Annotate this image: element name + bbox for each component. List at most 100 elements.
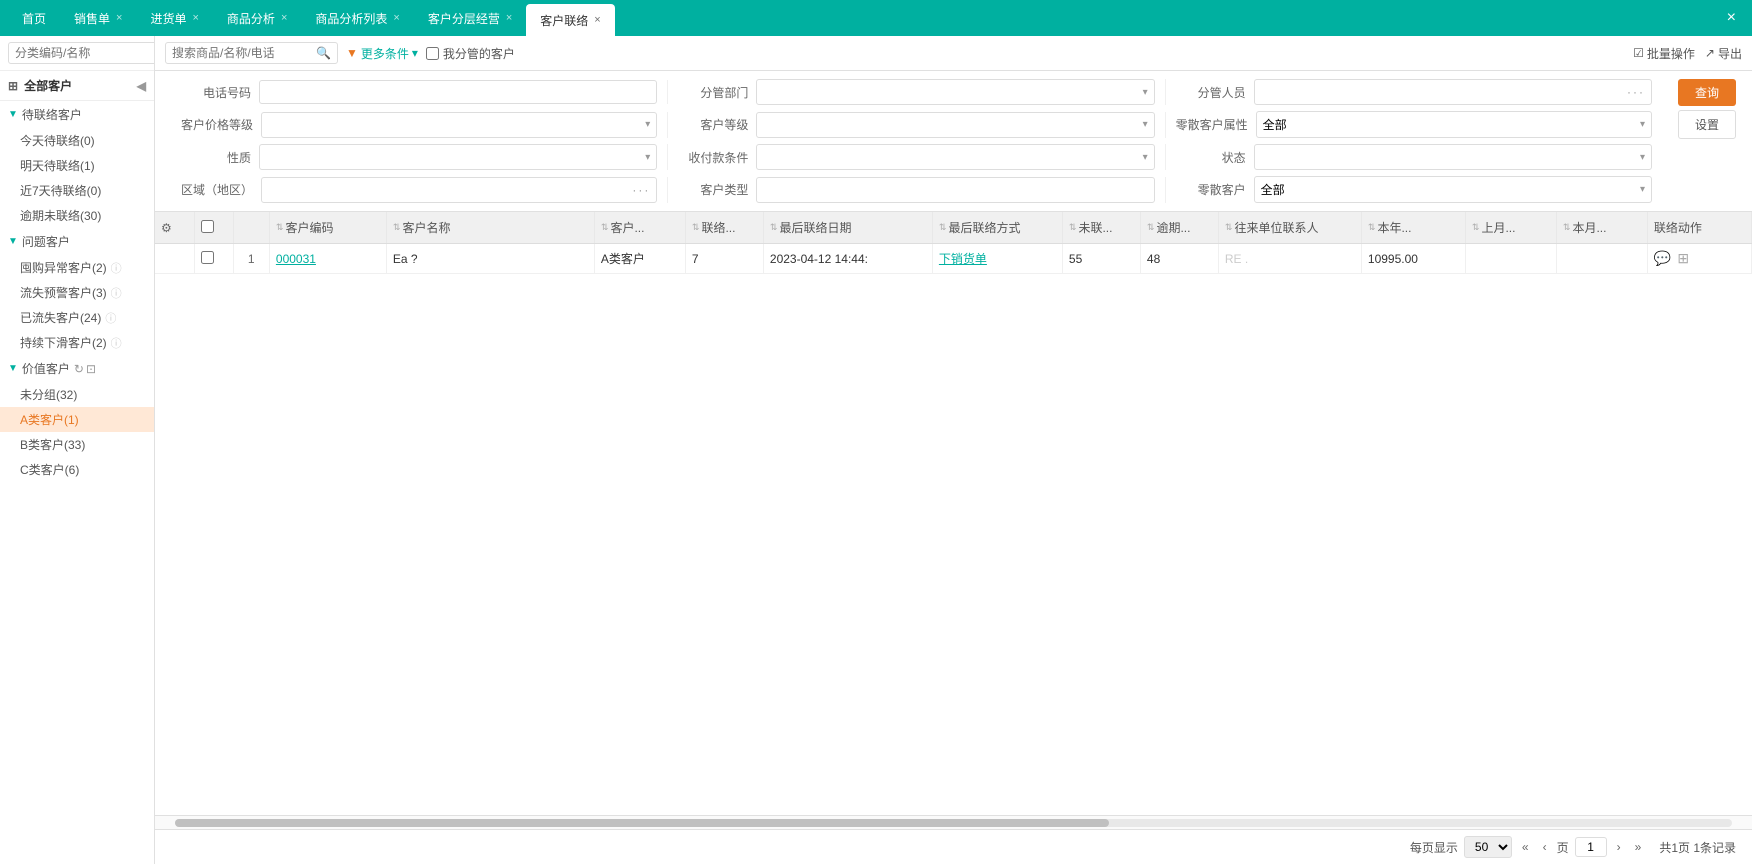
setting-button[interactable]: 设置 [1678, 110, 1736, 139]
retail-label: 零散客户 [1176, 181, 1246, 198]
col-last-method[interactable]: ⇅ 最后联络方式 [932, 212, 1062, 244]
page-input[interactable] [1575, 837, 1607, 857]
nav-home[interactable]: 首页 [8, 0, 60, 36]
per-page-label: 每页显示 [1410, 839, 1458, 856]
nav-sales[interactable]: 销售单 × [60, 0, 136, 36]
filter-icon: ▼ [346, 46, 358, 60]
col-sort-code: ⇅ [276, 222, 284, 233]
sidebar-all-customers[interactable]: ⊞ 全部客户 ◀ [0, 71, 154, 101]
hscroll-thumb[interactable] [175, 819, 1109, 827]
filter-toolbar: 🔍 ▼ 更多条件 ▾ 我分管的客户 ☑ 批量操作 ↗ 导出 [155, 36, 1752, 71]
payment-select[interactable]: ▾ [756, 144, 1154, 170]
prev-page-button[interactable]: ‹ [1539, 838, 1551, 856]
sidebar-item-overdue[interactable]: 逾期未联络(30) [0, 203, 154, 228]
close-analysis-icon[interactable]: × [281, 12, 287, 24]
col-unit-contact[interactable]: ⇅ 往来单位联系人 [1218, 212, 1361, 244]
refresh-icon[interactable]: ↻ [74, 362, 84, 376]
col-last-month[interactable]: ⇅ 上月... [1465, 212, 1556, 244]
select-all-checkbox[interactable] [201, 220, 214, 233]
col-num [233, 212, 269, 244]
close-sales-icon[interactable]: × [116, 12, 122, 24]
sidebar-item-loss-warn[interactable]: 流失预警客户(3) ⓘ [0, 280, 154, 305]
close-contact-icon[interactable]: × [594, 14, 600, 26]
phone-input[interactable] [259, 80, 657, 104]
page-label-pre: 页 [1557, 839, 1569, 856]
filter-search-icon[interactable]: 🔍 [316, 46, 331, 60]
close-segment-icon[interactable]: × [506, 12, 512, 24]
next-page-button[interactable]: › [1613, 838, 1625, 856]
filter-more-button[interactable]: ▼ 更多条件 ▾ [346, 45, 418, 62]
first-page-button[interactable]: « [1518, 838, 1533, 856]
sidebar-item-tomorrow[interactable]: 明天待联络(1) [0, 153, 154, 178]
sidebar-item-b-class[interactable]: B类客户(33) [0, 432, 154, 457]
col-last-date[interactable]: ⇅ 最后联络日期 [763, 212, 932, 244]
sidebar-item-declining[interactable]: 持续下滑客户(2) ⓘ [0, 330, 154, 355]
col-this-year[interactable]: ⇅ 本年... [1361, 212, 1465, 244]
price-grade-select[interactable]: ▾ [261, 112, 657, 138]
query-button[interactable]: 查询 [1678, 79, 1736, 106]
col-contact[interactable]: ⇅ 联络... [685, 212, 763, 244]
nav-analysis[interactable]: 商品分析 × [213, 0, 301, 36]
add-icon[interactable]: ⊡ [86, 362, 96, 376]
status-select[interactable]: ▾ [1254, 144, 1652, 170]
nav-purchase[interactable]: 进货单 × [136, 0, 212, 36]
col-code[interactable]: ⇅ 客户编码 [269, 212, 386, 244]
customer-grade-arrow-icon: ▾ [1143, 119, 1148, 130]
row-checkbox[interactable] [201, 251, 214, 264]
export-button[interactable]: ↗ 导出 [1705, 45, 1742, 62]
bulk-op-button[interactable]: ☑ 批量操作 [1633, 45, 1695, 62]
nav-customer-contact[interactable]: 客户联络 × [526, 4, 614, 36]
nav-customer-segment[interactable]: 客户分层经营 × [414, 0, 526, 36]
collapse-icon[interactable]: ◀ [137, 79, 146, 93]
cell-code[interactable]: 000031 [269, 244, 386, 274]
sidebar-group-problem[interactable]: ▼ 问题客户 [0, 228, 154, 255]
col-name[interactable]: ⇅ 客户名称 [386, 212, 594, 244]
sidebar-item-7days[interactable]: 近7天待联络(0) [0, 178, 154, 203]
region-select[interactable]: ··· [261, 177, 657, 203]
sidebar-item-today[interactable]: 今天待联络(0) [0, 128, 154, 153]
global-close-button[interactable]: × [1719, 9, 1744, 27]
sidebar-item-ungroup[interactable]: 未分组(32) [0, 382, 154, 407]
my-customer-checkbox[interactable] [426, 47, 439, 60]
sidebar-search-input[interactable] [8, 42, 155, 64]
nav-analysis-list[interactable]: 商品分析列表 × [301, 0, 413, 36]
col-type[interactable]: ⇅ 客户... [594, 212, 685, 244]
last-page-button[interactable]: » [1631, 838, 1646, 856]
col-settings[interactable]: ⚙ [155, 212, 194, 244]
hscroll-track[interactable] [175, 819, 1732, 827]
group-arrow-value: ▼ [8, 363, 18, 374]
manager-select[interactable]: ··· [1254, 79, 1652, 105]
table-header-row: ⚙ ⇅ 客户编码 [155, 212, 1752, 244]
customer-type-select[interactable] [756, 177, 1154, 203]
horizontal-scrollbar[interactable] [155, 815, 1752, 829]
dept-select[interactable]: ▾ [756, 79, 1154, 105]
filter-my-customer[interactable]: 我分管的客户 [426, 45, 515, 62]
settings-gear-icon[interactable]: ⚙ [161, 221, 172, 235]
filter-field-retail-attr: 零散客户属性 全部 ▾ [1166, 111, 1662, 138]
checkbox-icon: ☑ [1633, 46, 1644, 60]
customer-grade-select[interactable]: ▾ [756, 112, 1154, 138]
col-no-contact[interactable]: ⇅ 未联... [1062, 212, 1140, 244]
retail-attr-select[interactable]: 全部 ▾ [1256, 111, 1652, 138]
chat-action-icon[interactable]: 💬 [1654, 250, 1671, 267]
sidebar-item-c-class[interactable]: C类客户(6) [0, 457, 154, 482]
table-area: ⚙ ⇅ 客户编码 [155, 212, 1752, 815]
more-action-icon[interactable]: ⊞ [1677, 250, 1689, 267]
col-overdue[interactable]: ⇅ 逾期... [1140, 212, 1218, 244]
sidebar-item-lost[interactable]: 已流失客户(24) ⓘ [0, 305, 154, 330]
sidebar-item-hoard[interactable]: 囤购异常客户(2) ⓘ [0, 255, 154, 280]
nature-select[interactable]: ▾ [259, 144, 657, 170]
filter-row-3: 性质 ▾ 收付款条件 ▾ [171, 144, 1662, 170]
col-this-month[interactable]: ⇅ 本月... [1556, 212, 1647, 244]
sidebar-item-a-class[interactable]: A类客户(1) [0, 407, 154, 432]
close-analysis-list-icon[interactable]: × [393, 12, 399, 24]
cell-last-method[interactable]: 下销货单 [932, 244, 1062, 274]
filter-search-input[interactable] [172, 46, 312, 60]
sidebar-group-pending[interactable]: ▼ 待联络客户 [0, 101, 154, 128]
sidebar-group-value[interactable]: ▼ 价值客户 ↻ ⊡ [0, 355, 154, 382]
close-purchase-icon[interactable]: × [192, 12, 198, 24]
col-sort-this-month: ⇅ [1563, 222, 1571, 233]
per-page-select[interactable]: 50 [1464, 836, 1512, 858]
retail-select[interactable]: 全部 ▾ [1254, 176, 1652, 203]
customer-grade-label: 客户等级 [678, 116, 748, 133]
